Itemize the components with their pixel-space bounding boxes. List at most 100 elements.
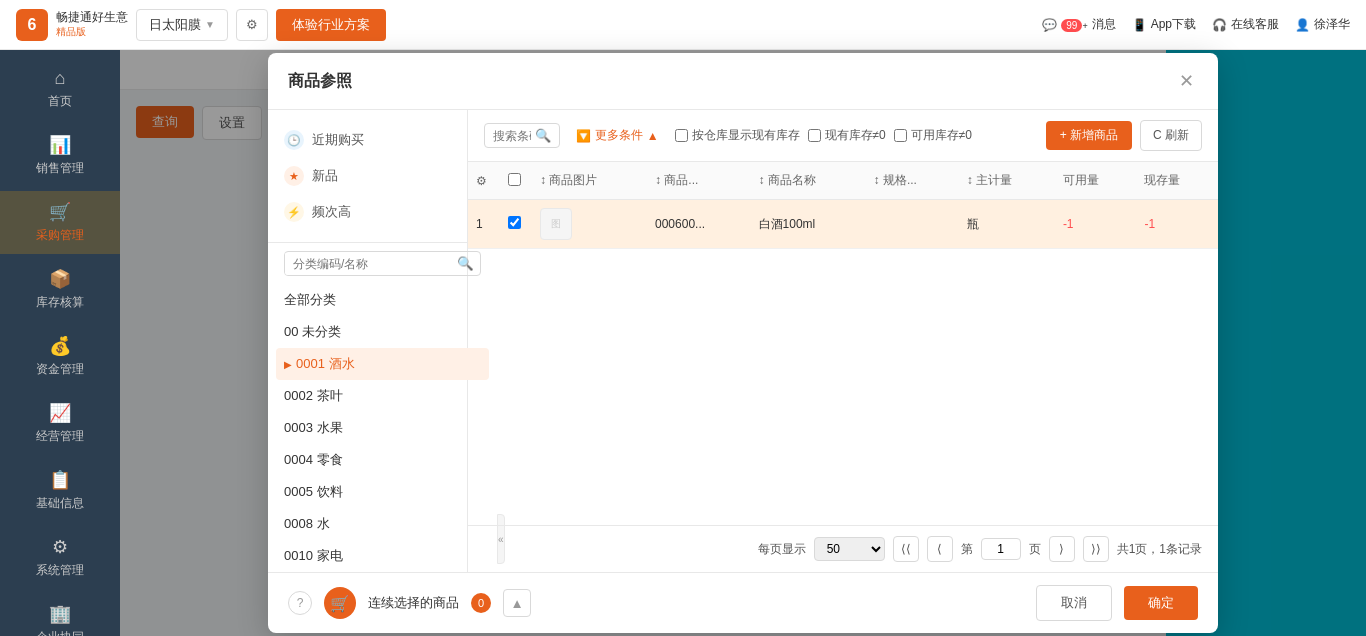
app-download-button[interactable]: 📱 App下载 (1132, 16, 1196, 33)
category-list: 全部分类 00 未分类 ▶ 0001 酒水 (268, 284, 497, 572)
category-0002[interactable]: 0002 茶叶 (276, 380, 489, 412)
table-row[interactable]: 1 图 000600... 白酒100ml (468, 200, 1218, 249)
sidebar-item-system[interactable]: ⚙ 系统管理 (0, 526, 120, 589)
logo-icon: 6 (16, 9, 48, 41)
first-page-button[interactable]: ⟨⟨ (893, 536, 919, 562)
sidebar-item-purchase[interactable]: 🛒 采购管理 (0, 191, 120, 254)
new-products-item[interactable]: ★ 新品 (284, 158, 451, 194)
category-0003[interactable]: 0003 水果 (276, 412, 489, 444)
gear-icon[interactable]: ⚙ (236, 9, 268, 41)
category-label: 00 未分类 (284, 323, 341, 341)
refresh-button[interactable]: C 刷新 (1140, 120, 1202, 151)
category-label: 0001 酒水 (296, 355, 355, 373)
sidebar-item-business[interactable]: 📈 经营管理 (0, 392, 120, 455)
category-0004[interactable]: 0004 零食 (276, 444, 489, 476)
cart-button[interactable]: 🛒 (324, 587, 356, 619)
available-checkbox-label[interactable]: 现有库存≠0 (808, 127, 886, 144)
basic-icon: 📋 (49, 469, 71, 491)
all-category-label: 全部分类 (284, 291, 336, 309)
nav-dropdown-label: 日太阳膜 (149, 16, 201, 34)
logo-text: 畅捷通好生意 (56, 10, 128, 26)
content-area: 查询 设置 商品参照 ✕ 🕒 (120, 50, 1366, 636)
last-page-button[interactable]: ⟩⟩ (1083, 536, 1109, 562)
logo-badge: 精品版 (56, 25, 128, 39)
sort-icon[interactable]: ↕ (967, 173, 973, 187)
recent-purchases-item[interactable]: 🕒 近期购买 (284, 122, 451, 158)
purchase-icon: 🛒 (49, 201, 71, 223)
warehouse-label: 按仓库显示现有库存 (692, 127, 800, 144)
sidebar-item-label: 资金管理 (36, 361, 84, 378)
sidebar-item-enterprise[interactable]: 🏢 企业协同 (0, 593, 120, 636)
frequent-item[interactable]: ⚡ 频次高 (284, 194, 451, 230)
sidebar-item-label: 系统管理 (36, 562, 84, 579)
modal-overlay: 商品参照 ✕ 🕒 近期购买 ★ 新 (120, 50, 1366, 636)
cell-checkbox[interactable] (500, 200, 532, 249)
sidebar-item-label: 基础信息 (36, 495, 84, 512)
add-product-button[interactable]: + 新增商品 (1046, 121, 1132, 150)
col-spec: ↕ 规格... (866, 162, 959, 200)
select-all-checkbox[interactable] (508, 173, 521, 186)
sort-icon[interactable]: ↕ (655, 173, 661, 187)
usable-checkbox-label[interactable]: 可用库存≠0 (894, 127, 972, 144)
message-label: 消息 (1092, 16, 1116, 33)
category-all[interactable]: 全部分类 (276, 284, 489, 316)
modal-left-panel: 🕒 近期购买 ★ 新品 ⚡ 频次高 (268, 110, 468, 572)
sidebar-item-sales[interactable]: 📊 销售管理 (0, 124, 120, 187)
filter-label: 更多条件 (595, 127, 643, 144)
recent-icon: 🕒 (284, 130, 304, 150)
business-icon: 📈 (49, 402, 71, 424)
modal-close-button[interactable]: ✕ (1174, 69, 1198, 93)
warehouse-checkbox[interactable] (675, 129, 688, 142)
nav-dropdown[interactable]: 日太阳膜 ▼ (136, 9, 228, 41)
freq-label: 频次高 (312, 203, 351, 221)
sales-icon: 📊 (49, 134, 71, 156)
sidebar-item-inventory[interactable]: 📦 库存核算 (0, 258, 120, 321)
category-0010[interactable]: 0010 家电 (276, 540, 489, 572)
sort-icon[interactable]: ↕ (540, 173, 546, 187)
online-service-button[interactable]: 🎧 在线客服 (1212, 16, 1279, 33)
prev-page-button[interactable]: ⟨ (927, 536, 953, 562)
user-profile-button[interactable]: 👤 徐泽华 (1295, 16, 1350, 33)
row-checkbox[interactable] (508, 216, 521, 229)
page-input[interactable] (981, 538, 1021, 560)
available-checkbox[interactable] (808, 129, 821, 142)
cell-available: -1 (1055, 200, 1137, 249)
product-reference-modal: 商品参照 ✕ 🕒 近期购买 ★ 新 (268, 53, 1218, 633)
sidebar-item-finance[interactable]: 💰 资金管理 (0, 325, 120, 388)
page-size-select[interactable]: 20 50 100 200 (814, 537, 885, 561)
category-search-input[interactable] (285, 253, 451, 275)
table-header-row: ⚙ ↕ 商品图片 ↕ 商品... (468, 162, 1218, 200)
sort-icon[interactable]: ↕ (759, 173, 765, 187)
col-settings[interactable]: ⚙ (468, 162, 500, 200)
sidebar-item-label: 采购管理 (36, 227, 84, 244)
usable-checkbox[interactable] (894, 129, 907, 142)
search-input[interactable] (493, 129, 531, 143)
category-search-box: 🔍 (284, 251, 481, 276)
modal-toolbar: 🔍 🔽 更多条件 ▲ 按仓库显示现有库存 (468, 110, 1218, 162)
confirm-button[interactable]: 确定 (1124, 586, 1198, 620)
top-nav: 6 畅捷通好生意 精品版 日太阳膜 ▼ ⚙ 体验行业方案 💬 99+ 消息 📱 … (0, 0, 1366, 50)
sort-icon[interactable]: ↕ (874, 173, 880, 187)
category-label: 0008 水 (284, 515, 330, 533)
new-icon: ★ (284, 166, 304, 186)
cancel-button[interactable]: 取消 (1036, 585, 1112, 621)
category-00[interactable]: 00 未分类 (276, 316, 489, 348)
filter-button[interactable]: 🔽 更多条件 ▲ (568, 123, 667, 148)
warehouse-checkbox-label[interactable]: 按仓库显示现有库存 (675, 127, 800, 144)
sidebar-item-basic[interactable]: 📋 基础信息 (0, 459, 120, 522)
category-0001[interactable]: ▶ 0001 酒水 (276, 348, 489, 380)
next-page-button[interactable]: ⟩ (1049, 536, 1075, 562)
collapse-footer-button[interactable]: ▲ (503, 589, 531, 617)
sidebar-item-home[interactable]: ⌂ 首页 (0, 58, 120, 120)
trial-button[interactable]: 体验行业方案 (276, 9, 386, 41)
message-button[interactable]: 💬 99+ 消息 (1042, 16, 1115, 33)
usable-label: 可用库存≠0 (911, 127, 972, 144)
category-0005[interactable]: 0005 饮料 (276, 476, 489, 508)
avatar: 👤 (1295, 18, 1310, 32)
category-0008[interactable]: 0008 水 (276, 508, 489, 540)
category-label: 0004 零食 (284, 451, 343, 469)
cell-image: 图 (532, 200, 647, 249)
available-label: 现有库存≠0 (825, 127, 886, 144)
search-icon[interactable]: 🔍 (535, 128, 551, 143)
help-button[interactable]: ? (288, 591, 312, 615)
